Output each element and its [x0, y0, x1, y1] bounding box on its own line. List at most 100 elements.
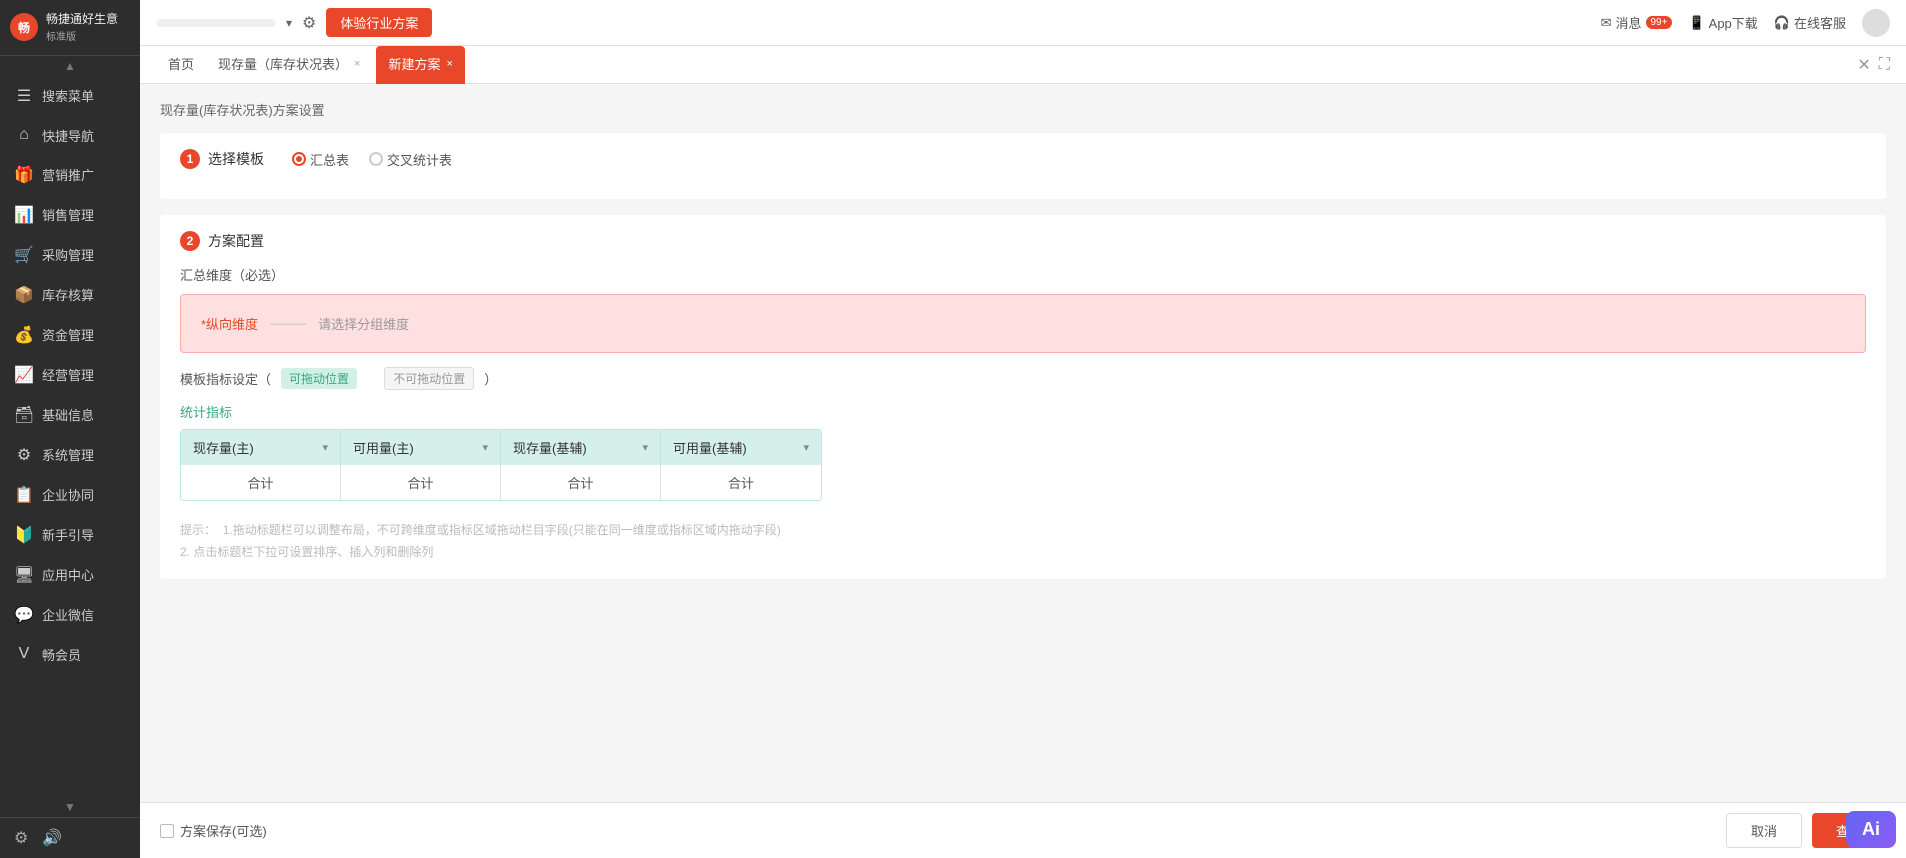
tip2: 2. 点击标题栏下拉可设置排序、插入列和删除列: [180, 545, 433, 559]
sidebar-logo: 畅 畅捷通好生意 标准版: [0, 0, 140, 56]
sidebar-item-marketing[interactable]: 🎁 营销推广: [0, 155, 140, 195]
sidebar-item-newbie[interactable]: 🔰 新手引导: [0, 515, 140, 555]
app-icon: 🖥: [14, 565, 34, 585]
sidebar-item-label: 快捷导航: [42, 126, 94, 145]
search-menu-icon: ☰: [14, 86, 34, 106]
stat-col-3-chevron[interactable]: ▾: [642, 441, 648, 454]
sidebar-item-inventory[interactable]: 📦 库存核算: [0, 275, 140, 315]
tips-title: 提示：: [180, 523, 216, 537]
step2-badge: 2: [180, 231, 200, 251]
sidebar-item-label: 资金管理: [42, 325, 94, 344]
topbar-gear-icon[interactable]: ⚙: [302, 13, 316, 33]
template-radio-group: 汇总表 交叉统计表: [292, 150, 452, 169]
stat-col-3-label: 现存量(基辅): [513, 438, 587, 457]
app-download-btn[interactable]: 📱 App下载: [1688, 13, 1757, 32]
message-label: 消息: [1615, 13, 1641, 32]
tab-home-label: 首页: [168, 54, 194, 73]
save-option[interactable]: 方案保存(可选): [160, 821, 267, 840]
sidebar-item-basic-info[interactable]: 🗃 基础信息: [0, 395, 140, 435]
operations-icon: 📈: [14, 365, 34, 385]
sidebar-item-label: 基础信息: [42, 405, 94, 424]
step1-header: 1 选择模板 汇总表 交叉统计表: [180, 149, 1866, 169]
stats-title: 统计指标: [180, 402, 1866, 421]
radio-cross-label: 交叉统计表: [387, 150, 452, 169]
stat-col-1-chevron[interactable]: ▾: [322, 441, 328, 454]
step2-title: 方案配置: [208, 231, 264, 251]
tab-expand-icon[interactable]: ⛶: [1879, 56, 1890, 74]
money-icon: 💰: [14, 325, 34, 345]
tab-bar: 首页 现存量（库存状况表） × 新建方案 × ✕ ⛶: [140, 46, 1906, 84]
stat-table: 现存量(主) ▾ 可用量(主) ▾ 现存量(基辅) ▾ 可用量(基辅) ▾: [180, 429, 822, 501]
sidebar-item-finance[interactable]: 💰 资金管理: [0, 315, 140, 355]
tab-home[interactable]: 首页: [156, 46, 206, 84]
sidebar-item-sales[interactable]: 📊 销售管理: [0, 195, 140, 235]
sound-icon[interactable]: 🔊: [42, 828, 62, 848]
sidebar-item-member[interactable]: V 畅会员: [0, 635, 140, 674]
sidebar-item-label: 畅会员: [42, 645, 81, 664]
enterprise-icon: 📋: [14, 485, 34, 505]
dim-required-text: *纵向维度: [201, 314, 258, 333]
sidebar-item-search[interactable]: ☰ 搜索菜单: [0, 76, 140, 116]
tab-new-plan[interactable]: 新建方案 ×: [376, 46, 464, 84]
database-icon: 🗃: [14, 405, 34, 425]
sidebar-item-label: 库存核算: [42, 285, 94, 304]
sidebar-scroll-down[interactable]: ▼: [0, 797, 140, 817]
radio-summary-label: 汇总表: [310, 150, 349, 169]
radio-cross-circle: [369, 152, 383, 166]
sidebar-item-wechat[interactable]: 💬 企业微信: [0, 595, 140, 635]
indicator-separator: [367, 371, 374, 386]
sidebar-item-system[interactable]: ⚙ 系统管理: [0, 435, 140, 475]
radio-summary[interactable]: 汇总表: [292, 150, 349, 169]
sidebar-item-label: 采购管理: [42, 245, 94, 264]
page-title: 现存量(库存状况表)方案设置: [160, 100, 1886, 119]
sidebar-item-quick-nav[interactable]: ⌂ 快捷导航: [0, 116, 140, 155]
cancel-button[interactable]: 取消: [1726, 813, 1802, 848]
stat-col-1-label: 现存量(主): [193, 438, 254, 457]
topbar-dropdown-icon[interactable]: ▾: [286, 16, 292, 30]
industry-btn[interactable]: 体验行业方案: [326, 8, 432, 37]
dimension-box[interactable]: *纵向维度 —— 请选择分组维度: [180, 294, 1866, 353]
radio-summary-circle: [292, 152, 306, 166]
stat-col-2-chevron[interactable]: ▾: [482, 441, 488, 454]
chart-icon: 📊: [14, 205, 34, 225]
save-checkbox[interactable]: [160, 824, 174, 838]
tab-inventory-close[interactable]: ×: [354, 58, 360, 70]
step1-section: 1 选择模板 汇总表 交叉统计表: [160, 133, 1886, 199]
headset-icon: 🎧: [1774, 15, 1790, 31]
message-btn[interactable]: ✉ 消息 99+: [1601, 13, 1673, 32]
sidebar-item-app-center[interactable]: 🖥 应用中心: [0, 555, 140, 595]
sidebar-item-operations[interactable]: 📈 经营管理: [0, 355, 140, 395]
stat-table-header: 现存量(主) ▾ 可用量(主) ▾ 现存量(基辅) ▾ 可用量(基辅) ▾: [181, 430, 821, 465]
online-service-label: 在线客服: [1794, 13, 1846, 32]
tab-inventory-label: 现存量（库存状况表）: [218, 54, 348, 73]
user-avatar[interactable]: [1862, 9, 1890, 37]
content-area: 现存量(库存状况表)方案设置 1 选择模板 汇总表 交叉统计表: [140, 84, 1906, 802]
stat-col-2: 可用量(主) ▾: [341, 430, 501, 465]
step2-header: 2 方案配置: [180, 231, 1866, 251]
sidebar-item-label: 系统管理: [42, 445, 94, 464]
sidebar-item-enterprise[interactable]: 📋 企业协同: [0, 475, 140, 515]
cart-icon: 🛒: [14, 245, 34, 265]
online-service-btn[interactable]: 🎧 在线客服: [1774, 13, 1846, 32]
sidebar-scroll-up[interactable]: ▲: [0, 56, 140, 76]
indicator-suffix: ）: [484, 369, 497, 388]
radio-cross[interactable]: 交叉统计表: [369, 150, 452, 169]
topbar-search-display: [156, 19, 276, 27]
tab-new-plan-close[interactable]: ×: [446, 58, 452, 70]
sidebar: 畅 畅捷通好生意 标准版 ▲ ☰ 搜索菜单 ⌂ 快捷导航 🎁 营销推广 📊 销售…: [0, 0, 140, 858]
stat-col-4-chevron[interactable]: ▾: [803, 441, 809, 454]
member-icon: V: [14, 645, 34, 663]
tab-close-icon[interactable]: ✕: [1857, 55, 1870, 75]
save-option-label: 方案保存(可选): [180, 821, 267, 840]
sidebar-item-label: 营销推广: [42, 165, 94, 184]
tab-inventory[interactable]: 现存量（库存状况表） ×: [206, 46, 372, 84]
topbar: ▾ ⚙ 体验行业方案 ✉ 消息 99+ 📱 App下载 🎧 在线客服: [140, 0, 1906, 46]
wechat-icon: 💬: [14, 605, 34, 625]
step1-badge: 1: [180, 149, 200, 169]
stat-cell-4: 合计: [661, 465, 821, 500]
sidebar-item-purchase[interactable]: 🛒 采购管理: [0, 235, 140, 275]
step2-section: 2 方案配置 汇总维度（必选） *纵向维度 —— 请选择分组维度 模板指标设定（…: [160, 215, 1886, 579]
settings-icon[interactable]: ⚙: [14, 828, 28, 848]
sidebar-item-label: 销售管理: [42, 205, 94, 224]
ai-badge[interactable]: Ai: [1846, 811, 1896, 848]
